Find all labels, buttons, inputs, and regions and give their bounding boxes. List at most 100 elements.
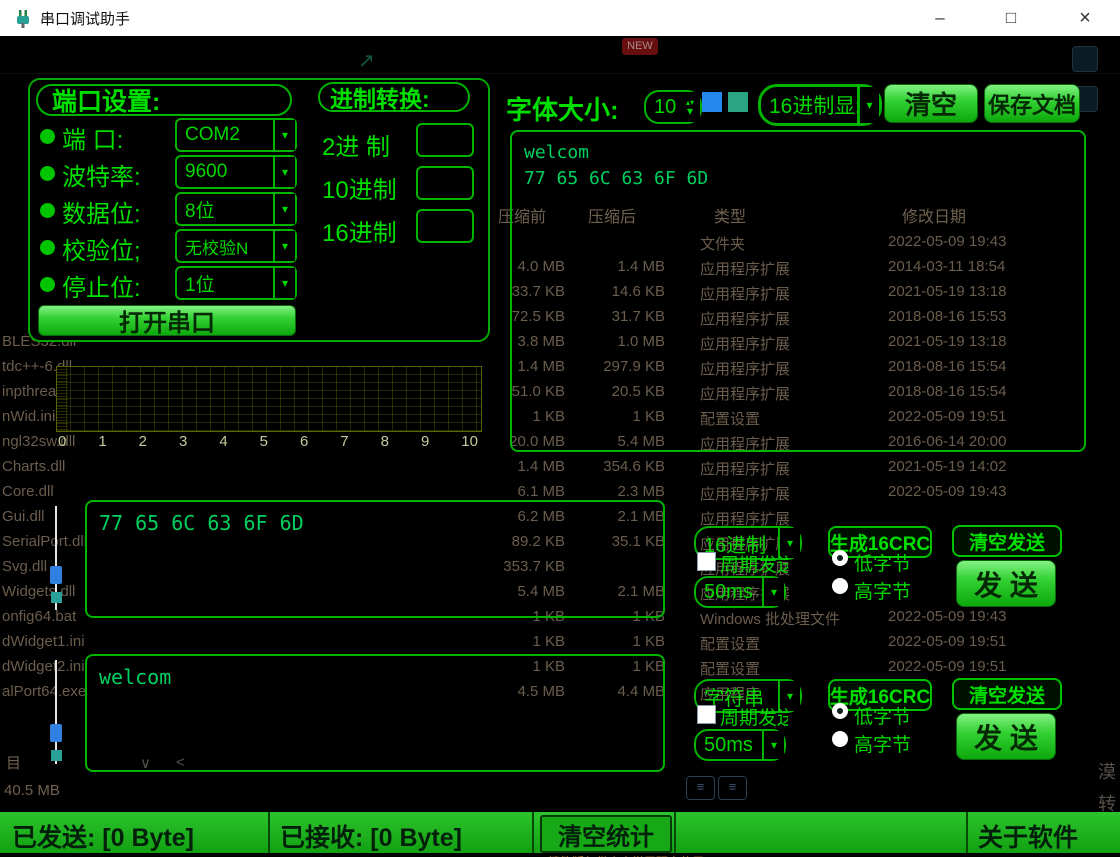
- databits-select[interactable]: 8位: [175, 192, 297, 226]
- bin-input[interactable]: [416, 123, 474, 157]
- low-byte-label: 低字节: [854, 702, 911, 729]
- databits-label: 数据位:: [62, 194, 141, 229]
- bin-label: 2进 制: [322, 127, 390, 162]
- interval-select[interactable]: 50ms: [694, 729, 786, 761]
- font-size-value: 10: [646, 96, 676, 119]
- port-label: 端 口:: [62, 120, 123, 155]
- bullet-icon: [40, 129, 55, 144]
- slider-thumb[interactable]: [50, 724, 62, 742]
- statusbar-divider: [674, 812, 676, 853]
- clear-receive-button[interactable]: 清空: [884, 84, 978, 123]
- send-str-button[interactable]: 发 送: [956, 713, 1056, 760]
- baud-label: 波特率:: [62, 157, 141, 192]
- spinner-arrows-icon: ▴▾: [680, 92, 700, 122]
- statusbar-divider: [268, 812, 270, 853]
- chevron-down-icon: [273, 194, 295, 224]
- hex-input[interactable]: [416, 209, 474, 243]
- hex-label: 16进制: [322, 213, 397, 248]
- chart-x-tick: 6: [300, 433, 308, 450]
- bullet-icon: [40, 203, 55, 218]
- periodic-send-label: 周期发送: [720, 703, 788, 730]
- chart-x-tick: 5: [260, 433, 268, 450]
- bullet-icon: [40, 240, 55, 255]
- parity-select-value: 无校验N: [177, 234, 248, 259]
- serial-debug-app: NEW ↗ 压缩前 压缩后 类型 修改日期 文件夹2022-05-09 19:4…: [0, 0, 1120, 857]
- interval-select[interactable]: 50ms: [694, 576, 786, 608]
- background-footer-strip: GsbWinRAR 2017-2025 精简版仅供个人学习研究使用: [0, 853, 1120, 857]
- chevron-down-icon: [762, 731, 784, 759]
- low-byte-radio[interactable]: [832, 703, 848, 719]
- send-hex-button[interactable]: 发 送: [956, 560, 1056, 607]
- slider-track[interactable]: [55, 660, 57, 764]
- chart-x-tick: 1: [98, 433, 106, 450]
- interval-value: 50ms: [696, 734, 753, 757]
- baud-select[interactable]: 9600: [175, 155, 297, 189]
- chart-x-tick: 3: [179, 433, 187, 450]
- display-mode-select[interactable]: 16进制显示: [758, 84, 882, 126]
- high-byte-radio[interactable]: [832, 578, 848, 594]
- parity-select[interactable]: 无校验N: [175, 229, 297, 263]
- slider-mark-icon: [51, 750, 62, 761]
- chart-x-axis: 012345678910: [58, 433, 478, 450]
- stopbits-select[interactable]: 1位: [175, 266, 297, 300]
- periodic-send-checkbox[interactable]: [697, 705, 716, 724]
- clear-send-button[interactable]: 清空发送: [952, 525, 1062, 557]
- baud-select-value: 9600: [177, 161, 227, 183]
- about-button[interactable]: 关于软件: [978, 818, 1078, 854]
- receive-textarea[interactable]: welcom 77 65 6C 63 6F 6D: [510, 130, 1086, 452]
- port-settings-title: 端口设置:: [36, 84, 292, 116]
- statusbar-divider: [532, 812, 534, 853]
- parity-label: 校验位;: [62, 231, 141, 266]
- dec-input[interactable]: [416, 166, 474, 200]
- save-doc-button[interactable]: 保存文档: [984, 84, 1080, 123]
- chevron-down-icon: [273, 157, 295, 187]
- chart-x-tick: 7: [340, 433, 348, 450]
- titlebar: 串口调试助手 – □ ×: [0, 0, 1120, 36]
- chevron-down-icon: [857, 87, 879, 123]
- slider-mark-icon: [51, 592, 62, 603]
- chart-x-tick: 2: [139, 433, 147, 450]
- chevron-down-icon: [273, 231, 295, 261]
- base-convert-title-text: 进制转换:: [330, 86, 430, 112]
- send-hex-slider[interactable]: [48, 506, 64, 614]
- serial-port-icon: [12, 7, 34, 29]
- bullet-icon: [40, 277, 55, 292]
- close-button[interactable]: ×: [1062, 0, 1108, 36]
- send-hex-textarea[interactable]: 77 65 6C 63 6F 6D: [85, 500, 665, 618]
- periodic-send-checkbox[interactable]: [697, 552, 716, 571]
- send-str-slider[interactable]: [48, 660, 64, 768]
- chevron-down-icon: [762, 578, 784, 606]
- slider-thumb[interactable]: [50, 566, 62, 584]
- port-select[interactable]: COM2: [175, 118, 297, 152]
- chevron-down-icon: [273, 120, 295, 150]
- background-footer-note: GsbWinRAR 2017-2025 精简版仅供个人学习研究使用: [0, 853, 1120, 857]
- clear-stats-button[interactable]: 清空统计: [540, 815, 672, 853]
- stopbits-select-value: 1位: [177, 270, 215, 297]
- open-port-button[interactable]: 打开串口: [38, 305, 296, 336]
- minimize-button[interactable]: –: [917, 0, 963, 36]
- interval-value: 50ms: [696, 581, 753, 604]
- high-byte-label: 高字节: [854, 730, 911, 757]
- font-size-label: 字体大小:: [506, 90, 619, 127]
- chart-x-tick: 0: [58, 433, 66, 450]
- port-settings-title-text: 端口设置:: [52, 88, 160, 116]
- window-title: 串口调试助手: [40, 8, 130, 29]
- color-swatch-blue[interactable]: [702, 92, 722, 112]
- signal-chart: [56, 366, 482, 432]
- display-mode-value: 16进制显示: [761, 90, 857, 120]
- received-counter: 已接收: [0 Byte]: [280, 818, 462, 854]
- color-swatch-green[interactable]: [728, 92, 748, 112]
- base-convert-title: 进制转换:: [318, 82, 470, 112]
- clear-send-button[interactable]: 清空发送: [952, 678, 1062, 710]
- periodic-send-label: 周期发送: [720, 550, 788, 577]
- font-size-spinner[interactable]: 10 ▴▾: [644, 90, 702, 124]
- bullet-icon: [40, 166, 55, 181]
- send-str-textarea[interactable]: welcom: [85, 654, 665, 772]
- maximize-button[interactable]: □: [988, 0, 1034, 36]
- high-byte-radio[interactable]: [832, 731, 848, 747]
- chart-x-tick: 9: [421, 433, 429, 450]
- chart-x-tick: 4: [219, 433, 227, 450]
- low-byte-radio[interactable]: [832, 550, 848, 566]
- dec-label: 10进制: [322, 170, 397, 205]
- chart-x-tick: 8: [381, 433, 389, 450]
